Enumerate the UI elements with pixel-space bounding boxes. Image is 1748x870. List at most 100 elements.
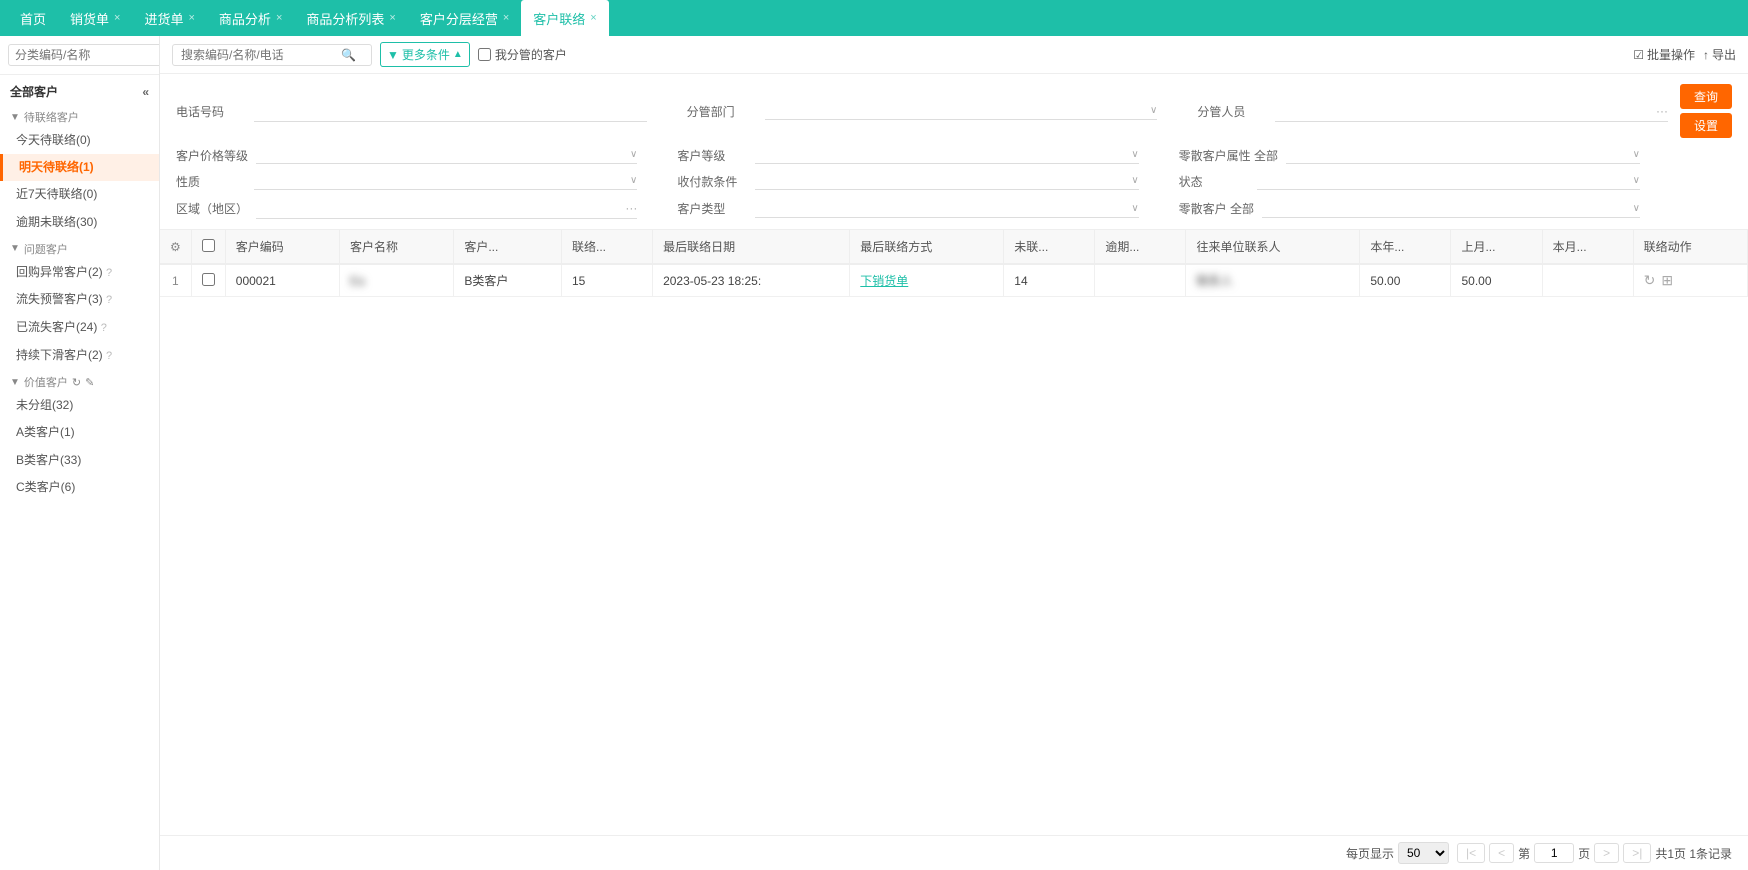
- nav-sales-order[interactable]: 销货单 ×: [58, 0, 132, 36]
- sidebar-declining[interactable]: 持续下滑客户(2) ?: [0, 342, 159, 370]
- col-customer-name[interactable]: 客户名称: [340, 230, 454, 264]
- sidebar-class-c[interactable]: C类客户(6): [0, 474, 159, 501]
- col-last-contact-method[interactable]: 最后联络方式: [850, 230, 1004, 264]
- group-value-customers[interactable]: ▼ 价值客户 ↻ ✎: [0, 369, 159, 392]
- col-contact-count[interactable]: 联络...: [561, 230, 652, 264]
- per-page-select[interactable]: 50 100 200: [1398, 842, 1449, 864]
- person-dots-icon[interactable]: ···: [1656, 104, 1668, 118]
- arrow-icon: ▼: [10, 112, 20, 123]
- close-customer-contact[interactable]: ×: [590, 12, 596, 24]
- filter-retail-cust-select[interactable]: ∨: [1262, 200, 1640, 218]
- filter-customer-level-select[interactable]: ∨: [755, 146, 1138, 164]
- filter-cell-price-level: 客户价格等级 ∨: [176, 146, 637, 164]
- contact-grid-icon[interactable]: ⊞: [1661, 272, 1673, 289]
- row-checkbox[interactable]: [202, 273, 215, 286]
- filter-nature-label: 性质: [176, 173, 246, 190]
- contact-refresh-icon[interactable]: ↻: [1644, 272, 1656, 289]
- sidebar-churn-warning[interactable]: 流失预警客户(3) ?: [0, 286, 159, 314]
- company-contact-blurred: 联系人: [1196, 274, 1232, 288]
- col-this-month[interactable]: 本月...: [1542, 230, 1633, 264]
- filter-nature-select[interactable]: ∨: [254, 172, 637, 190]
- nav-product-analysis-list[interactable]: 商品分析列表 ×: [294, 0, 407, 36]
- filter-cell-customer-level: 客户等级 ∨: [677, 146, 1138, 164]
- page-input[interactable]: [1534, 843, 1574, 863]
- filter-cell-nature: 性质 ∨: [176, 172, 637, 190]
- query-btn[interactable]: 查询: [1680, 84, 1732, 109]
- filter-region-select[interactable]: ···: [256, 198, 637, 219]
- refresh-value-icon[interactable]: ↻: [72, 376, 81, 389]
- close-customer-stratify[interactable]: ×: [503, 12, 509, 24]
- sidebar-class-a[interactable]: A类客户(1): [0, 419, 159, 446]
- close-purchase-order[interactable]: ×: [188, 12, 194, 24]
- sidebar-class-b[interactable]: B类客户(33): [0, 447, 159, 474]
- my-customers-input[interactable]: [478, 48, 491, 61]
- col-last-month[interactable]: 上月...: [1451, 230, 1542, 264]
- filter-row-2: 客户价格等级 ∨ 客户等级 ∨ 零散客户属性 全部 ∨: [176, 146, 1732, 164]
- filter-row-4: 区域（地区） ··· 客户类型 ∨ 零散客户 全部 ∨: [176, 198, 1732, 219]
- next-page-btn[interactable]: >: [1594, 843, 1619, 863]
- filter-payment-label: 收付款条件: [677, 173, 747, 190]
- sidebar-today-contact[interactable]: 今天待联络(0): [0, 127, 159, 154]
- first-page-btn[interactable]: |<: [1457, 843, 1485, 863]
- edit-value-icon[interactable]: ✎: [85, 376, 94, 389]
- toolbar-search-icon[interactable]: 🔍: [341, 48, 356, 62]
- close-product-analysis-list[interactable]: ×: [389, 12, 395, 24]
- sidebar-search-input[interactable]: [8, 44, 160, 66]
- filter-status-select[interactable]: ∨: [1257, 172, 1640, 190]
- sidebar-repurchase-abnormal[interactable]: 回购异常客户(2) ?: [0, 259, 159, 287]
- filter-retail-cust-label: 零散客户 全部: [1179, 200, 1254, 217]
- my-customers-checkbox[interactable]: 我分管的客户: [478, 46, 567, 63]
- batch-op-label: 批量操作: [1647, 46, 1695, 63]
- col-customer-type[interactable]: 客户...: [454, 230, 562, 264]
- sidebar-ungrouped[interactable]: 未分组(32): [0, 392, 159, 419]
- group-problem-customers[interactable]: ▼ 问题客户: [0, 236, 159, 259]
- nav-customer-contact[interactable]: 客户联络 ×: [521, 0, 608, 36]
- select-all-checkbox[interactable]: [202, 239, 215, 252]
- col-customer-code[interactable]: 客户编码: [225, 230, 339, 264]
- page-size-container: 每页显示 50 100 200: [1346, 842, 1449, 864]
- filter-cust-type-select[interactable]: ∨: [755, 200, 1138, 218]
- col-this-year[interactable]: 本年...: [1360, 230, 1451, 264]
- nav-customer-stratify[interactable]: 客户分层经营 ×: [408, 0, 521, 36]
- close-sales-order[interactable]: ×: [114, 12, 120, 24]
- close-product-analysis[interactable]: ×: [276, 12, 282, 24]
- filter-phone-input[interactable]: [254, 101, 647, 122]
- sidebar-week-contact[interactable]: 近7天待联络(0): [0, 181, 159, 208]
- last-page-btn[interactable]: >|: [1623, 843, 1651, 863]
- col-no-contact[interactable]: 未联...: [1004, 230, 1095, 264]
- collapse-sidebar-icon[interactable]: «: [142, 85, 149, 99]
- filter-price-level-select[interactable]: ∨: [256, 146, 637, 164]
- reset-btn[interactable]: 设置: [1680, 113, 1732, 138]
- filter-price-level-label: 客户价格等级: [176, 147, 248, 164]
- batch-op-btn[interactable]: ☑ 批量操作: [1633, 46, 1695, 63]
- sidebar-overdue-contact[interactable]: 逾期未联络(30): [0, 209, 159, 236]
- col-select-all[interactable]: [191, 230, 225, 264]
- cell-last-contact-date: 2023-05-23 18:25:: [653, 264, 850, 297]
- filter-dept-select[interactable]: ∨: [765, 102, 1158, 120]
- prev-page-btn[interactable]: <: [1489, 843, 1514, 863]
- nav-purchase-order[interactable]: 进货单 ×: [132, 0, 206, 36]
- col-last-contact-date[interactable]: 最后联络日期: [653, 230, 850, 264]
- sidebar-tomorrow-contact[interactable]: 明天待联络(1): [0, 154, 159, 181]
- group-pending-contact[interactable]: ▼ 待联络客户: [0, 104, 159, 127]
- filter-btn[interactable]: ▼ 更多条件 ▲: [380, 42, 470, 67]
- col-overdue[interactable]: 逾期...: [1095, 230, 1186, 264]
- filter-person-select[interactable]: ···: [1275, 101, 1668, 122]
- top-nav: 首页 销货单 × 进货单 × 商品分析 × 商品分析列表 × 客户分层经营 × …: [0, 0, 1748, 36]
- region-dots-icon[interactable]: ···: [625, 201, 637, 215]
- sidebar-churned[interactable]: 已流失客户(24) ?: [0, 314, 159, 342]
- col-company-contact[interactable]: 往来单位联系人: [1186, 230, 1360, 264]
- filter-person-label: 分管人员: [1197, 103, 1267, 120]
- col-settings[interactable]: ⚙: [160, 230, 191, 264]
- export-btn[interactable]: ↑ 导出: [1703, 46, 1736, 63]
- filter-retail-attr-select[interactable]: ∨: [1286, 146, 1640, 164]
- last-contact-link[interactable]: 下销货单: [860, 274, 908, 288]
- filter-payment-select[interactable]: ∨: [755, 172, 1138, 190]
- toolbar: 🔍 ▼ 更多条件 ▲ 我分管的客户 ☑ 批量操作 ↑ 导出: [160, 36, 1748, 74]
- nav-product-analysis[interactable]: 商品分析 ×: [207, 0, 294, 36]
- nav-home[interactable]: 首页: [8, 0, 58, 36]
- cell-last-contact-method: 下销货单: [850, 264, 1004, 297]
- nature-chevron: ∨: [630, 175, 637, 186]
- toolbar-search-input[interactable]: [181, 48, 341, 62]
- filter-customer-level-label: 客户等级: [677, 147, 747, 164]
